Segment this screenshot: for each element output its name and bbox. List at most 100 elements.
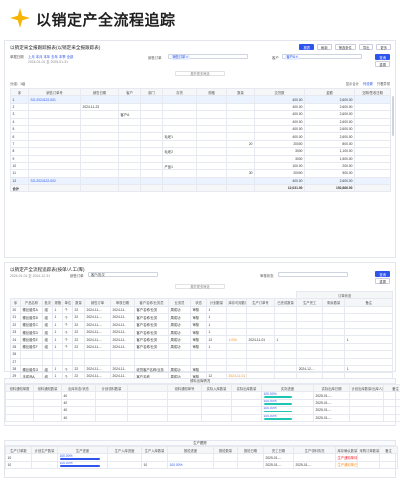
report-row[interactable]: 1 SO-2024122-001 400.00 2,600.00: [10, 95, 391, 104]
tracking-row[interactable]: 20 螺丝组件A 组 1 个 22 2024-11-... 2024-11- 客户名称/业务 周成…: [10, 305, 394, 315]
tracking-row[interactable]: 21 螺丝组件B 组 1 个 22 2024-11-... 2024-11- 客户名称/业务 周成…: [10, 313, 394, 322]
expand-filters-toggle[interactable]: 展开更多筛选: [175, 71, 225, 76]
report-col-header[interactable]: 序: [10, 87, 29, 97]
report-cell: [196, 147, 227, 156]
tracking-col-header[interactable]: 生产完工: [296, 298, 324, 307]
tracking-col-header[interactable]: 客户名称/业务员: [134, 298, 169, 307]
report-button[interactable]: 报表: [299, 44, 315, 50]
report-col-header[interactable]: 交期/签收日期: [354, 87, 391, 97]
report-col-header[interactable]: 数量: [226, 87, 255, 97]
report-cell: 11: [10, 169, 29, 178]
tracking-cell: 22: [72, 313, 85, 322]
report-col-header[interactable]: 金额: [304, 87, 355, 97]
tracking-col-header[interactable]: 生产订单号: [246, 298, 275, 307]
customer-select[interactable]: 客户A ×: [282, 54, 362, 60]
report-cell: [196, 154, 227, 163]
search-button[interactable]: 查询: [375, 54, 390, 60]
report-row[interactable]: 10 产品1 100.00 200.00: [10, 161, 391, 171]
tracking-cell: [168, 350, 191, 359]
tracking-row[interactable]: 23 螺丝组件D 组 1 个 22 2024-11-... 2024-11- 客户名称/业务 周成…: [10, 327, 394, 337]
production-row[interactable]: 10 100.00% 2025-01-... 生产通知单待处理: [5, 453, 398, 462]
material-row[interactable]: 40 100.00% 2025-01-...: [5, 413, 400, 422]
report-cell: [80, 154, 119, 163]
tracking-row[interactable]: 28 螺丝组件G 组 1 个 22 2024-11-... 2024-11- 收货客户名称/业务…: [10, 364, 394, 374]
tracking-search-button[interactable]: 查询: [375, 271, 390, 277]
report-cell: 客户A: [118, 110, 141, 119]
report-col-header[interactable]: 销售日期: [80, 87, 119, 97]
tracking-status-select[interactable]: [278, 272, 348, 277]
reset-button[interactable]: 重置: [375, 61, 390, 67]
report-col-header[interactable]: 客户: [118, 87, 141, 97]
report-row[interactable]: 12 SO-2024122-002 400.00 2,600.00: [10, 176, 391, 186]
tracking-col-header[interactable]: 状态: [190, 298, 207, 307]
report-row[interactable]: 11 30 20000 500.00: [10, 169, 391, 178]
tracking-col-header[interactable]: 业务员: [168, 298, 191, 307]
report-row[interactable]: 2 2024-11-23 400.00 2,600.00: [10, 102, 391, 112]
tracking-expand-toggle[interactable]: 展开更多筛选: [175, 284, 225, 289]
tracking-col-header[interactable]: 备注: [344, 298, 394, 307]
tracking-col-header[interactable]: 审核日期: [110, 298, 135, 307]
option-only-abnormal[interactable]: 只看异常: [377, 81, 390, 86]
tracking-cell: [134, 357, 169, 366]
tracking-col-header[interactable]: 规格: [52, 298, 63, 307]
report-cell: [28, 147, 81, 156]
option-show-total[interactable]: 显示合计: [346, 81, 359, 86]
filter-button[interactable]: 筛选条件: [334, 44, 356, 50]
report-row[interactable]: 7 20 20000 800.00: [10, 139, 391, 149]
material-row[interactable]: 40 100.00% 2025-01-...: [5, 398, 400, 408]
group-by-select[interactable]: 分组：1级: [10, 81, 25, 86]
report-scrollbar[interactable]: [392, 96, 394, 136]
material-cell: [167, 398, 202, 408]
export-button[interactable]: 导出: [358, 44, 374, 50]
report-row[interactable]: 6 毛坯1 400.00 2,600.00: [10, 132, 391, 141]
tracking-col-header[interactable]: 批次: [42, 298, 53, 307]
tracking-col-header[interactable]: 剩余数量: [322, 298, 346, 307]
production-col-header: 计划生产数量: [31, 445, 58, 455]
tracking-row[interactable]: 22 螺丝组件C 组 1 个 22 2024-11-... 2024-11- 客户名称/业务 周成…: [10, 320, 394, 329]
option-column-settings[interactable]: 列设置: [363, 81, 373, 86]
material-row[interactable]: 40 100.00% 2025-01-...: [5, 391, 400, 400]
tracking-order-select[interactable]: 客户/批次: [88, 272, 158, 277]
production-row[interactable]: 10 100.00% 10 100.00% 2025-01-... 2025-01-...…: [5, 460, 398, 470]
tracking-col-header[interactable]: 计划数量: [206, 298, 227, 307]
tracking-col-header[interactable]: 产品名称: [20, 298, 43, 307]
refresh-button[interactable]: 刷新: [317, 44, 332, 50]
production-cell: 2025-01-...: [263, 460, 294, 470]
report-row[interactable]: 5 400.00 2,600.00: [10, 124, 391, 134]
tracking-cell: 组: [42, 342, 53, 352]
report-col-header[interactable]: 存货: [162, 87, 197, 97]
material-cell: [167, 413, 202, 422]
material-cell: [33, 391, 62, 400]
tracking-reset-button[interactable]: 重置: [375, 278, 390, 284]
report-cell: [196, 95, 227, 104]
date-range[interactable]: 2024-01-01 至 2025-01-31: [28, 59, 68, 64]
tracking-col-header[interactable]: 数量: [72, 298, 85, 307]
tracking-col-header[interactable]: 销售订单: [84, 298, 111, 307]
tracking-col-header[interactable]: 单位: [62, 298, 73, 307]
tracking-row[interactable]: 26: [10, 350, 394, 359]
order-select[interactable]: 销售订单 ×: [168, 54, 248, 60]
tracking-cell: 12: [206, 335, 227, 344]
tracking-row[interactable]: 27: [10, 357, 394, 366]
report-row[interactable]: 4 400.00 2,600.00: [10, 117, 391, 126]
report-col-header[interactable]: 部门: [140, 87, 163, 97]
production-col-header: 库存确认数量: [335, 445, 358, 455]
report-col-header[interactable]: 销售订单号: [28, 87, 81, 97]
tracking-cell: [273, 364, 298, 374]
tracking-date-range[interactable]: 2024-01-01 至 2024-12-31: [10, 273, 50, 278]
report-cell: 2,600.00: [304, 132, 355, 141]
report-col-header[interactable]: 交货数: [254, 87, 305, 97]
tracking-cell: 组: [42, 320, 53, 329]
report-row[interactable]: 9 3000 1,500.00: [10, 154, 391, 163]
production-col-header: 生产入库数量: [141, 445, 168, 455]
report-col-header[interactable]: 规格: [196, 87, 227, 97]
more-button[interactable]: 更多: [376, 44, 391, 50]
report-row[interactable]: 3 客户A 400.00 2,600.00: [10, 110, 391, 119]
tracking-row[interactable]: 24 螺丝组件E 组 1 个 22 2024-11-... 2024-11- 客户名称/业务 周成…: [10, 335, 394, 344]
tracking-col-header[interactable]: 库存可用数量: [226, 298, 247, 307]
tracking-col-header[interactable]: 已完成数量: [273, 298, 298, 307]
tracking-row[interactable]: 25 螺丝组件F 组 1 个 22 2024-11-... 2024-11- 客户名称/业务 周成…: [10, 342, 394, 352]
material-row[interactable]: 40 100.00% 2025-01-...: [5, 406, 400, 415]
report-row[interactable]: 8 毛坯2 3000 1,100.00: [10, 147, 391, 156]
tracking-col-header[interactable]: 序: [10, 298, 21, 307]
